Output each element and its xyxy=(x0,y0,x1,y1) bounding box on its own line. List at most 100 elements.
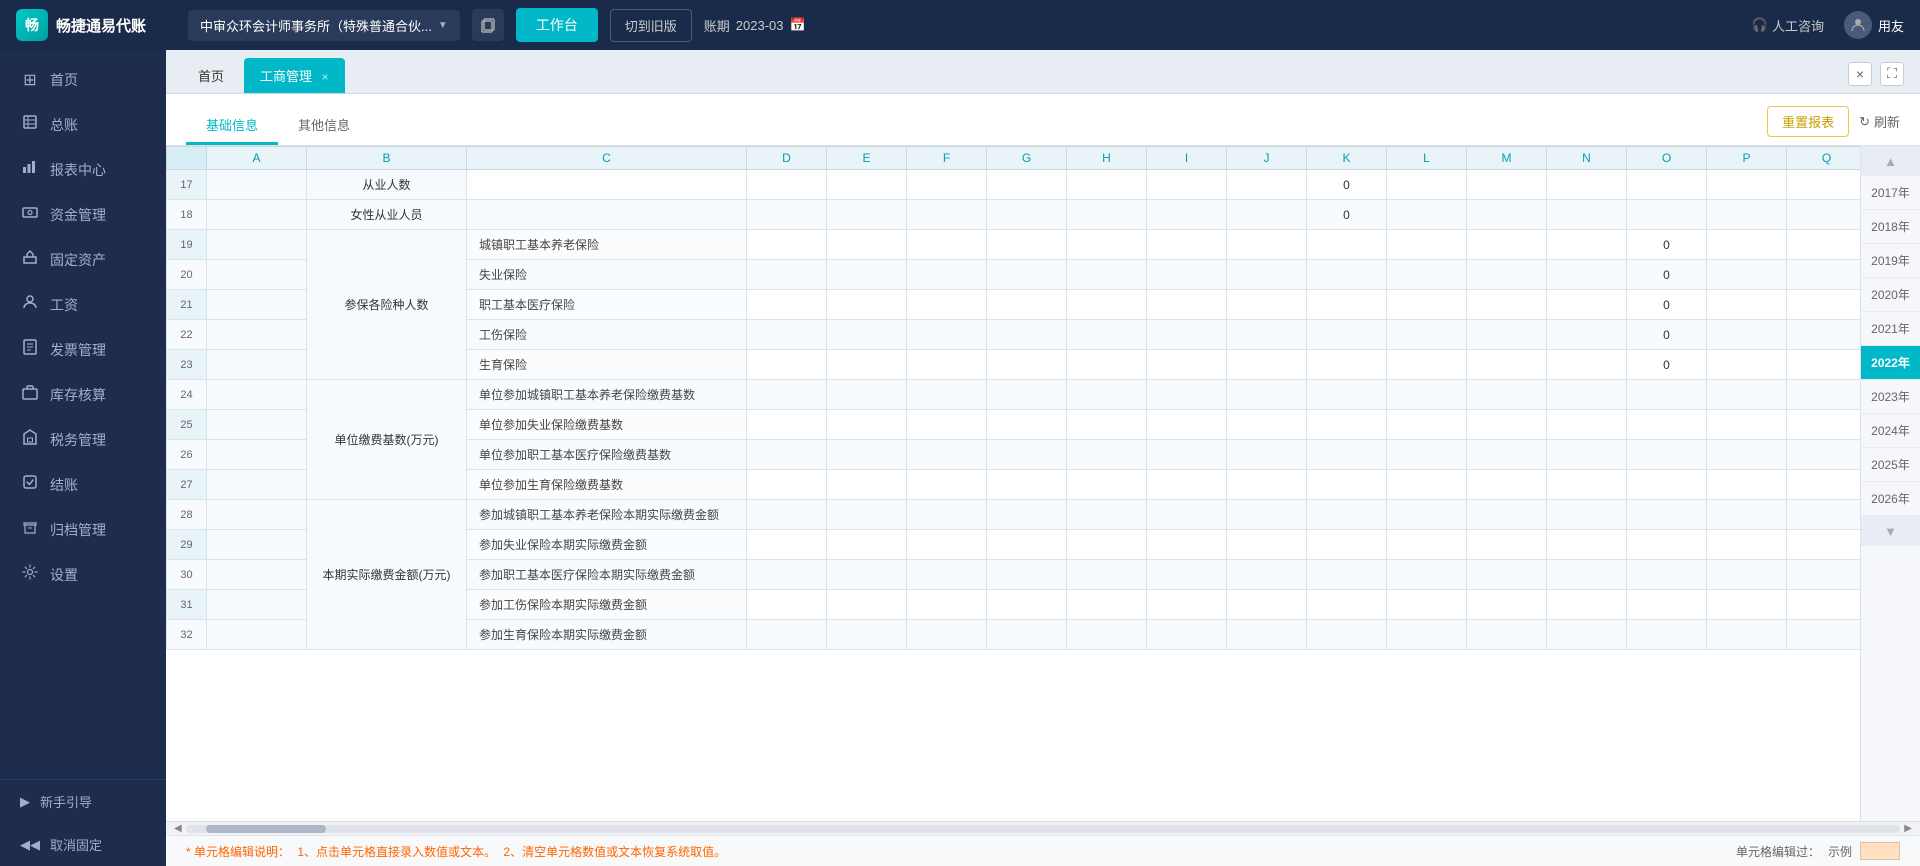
cell-31-a[interactable] xyxy=(207,590,307,620)
cell-20-c[interactable]: 失业保险 xyxy=(467,260,747,290)
cell-27-j[interactable] xyxy=(1227,470,1307,500)
cell-25-j[interactable] xyxy=(1227,410,1307,440)
copy-button[interactable] xyxy=(472,9,504,41)
cell-32-j[interactable] xyxy=(1227,620,1307,650)
cell-29-q[interactable] xyxy=(1787,530,1861,560)
cell-26-a[interactable] xyxy=(207,440,307,470)
cell-30-i[interactable] xyxy=(1147,560,1227,590)
cell-30-g[interactable] xyxy=(987,560,1067,590)
cell-25-n[interactable] xyxy=(1547,410,1627,440)
cell-29-i[interactable] xyxy=(1147,530,1227,560)
cell-28-g[interactable] xyxy=(987,500,1067,530)
cell-26-e[interactable] xyxy=(827,440,907,470)
cell-21-k[interactable] xyxy=(1307,290,1387,320)
cell-26-g[interactable] xyxy=(987,440,1067,470)
cell-26-h[interactable] xyxy=(1067,440,1147,470)
cell-22-q[interactable] xyxy=(1787,320,1861,350)
cell-27-n[interactable] xyxy=(1547,470,1627,500)
cell-24-q[interactable] xyxy=(1787,380,1861,410)
cell-26-j[interactable] xyxy=(1227,440,1307,470)
cell-30-c[interactable]: 参加职工基本医疗保险本期实际缴费金额 xyxy=(467,560,747,590)
cell-19-p[interactable] xyxy=(1707,230,1787,260)
cell-21-l[interactable] xyxy=(1387,290,1467,320)
cell-25-m[interactable] xyxy=(1467,410,1547,440)
cell-18-d[interactable] xyxy=(747,200,827,230)
cell-24-k[interactable] xyxy=(1307,380,1387,410)
cell-22-e[interactable] xyxy=(827,320,907,350)
cell-28-f[interactable] xyxy=(907,500,987,530)
cell-22-c[interactable]: 工伤保险 xyxy=(467,320,747,350)
cell-23-d[interactable] xyxy=(747,350,827,380)
cell-24-p[interactable] xyxy=(1707,380,1787,410)
cell-24-h[interactable] xyxy=(1067,380,1147,410)
cell-18-c[interactable] xyxy=(467,200,747,230)
cell-19-f[interactable] xyxy=(907,230,987,260)
cell-17-a[interactable] xyxy=(207,170,307,200)
year-item-2025[interactable]: 2025年 xyxy=(1861,448,1920,482)
cell-28-q[interactable] xyxy=(1787,500,1861,530)
cell-18-i[interactable] xyxy=(1147,200,1227,230)
year-nav-up[interactable]: ▲ xyxy=(1861,146,1920,176)
cell-23-i[interactable] xyxy=(1147,350,1227,380)
sidebar-item-newbie[interactable]: ▶ 新手引导 xyxy=(0,780,166,823)
cell-20-d[interactable] xyxy=(747,260,827,290)
switch-old-button[interactable]: 切到旧版 xyxy=(610,9,692,42)
tab-home[interactable]: 首页 xyxy=(182,58,240,93)
cell-22-j[interactable] xyxy=(1227,320,1307,350)
scroll-right-arrow[interactable]: ▶ xyxy=(1900,823,1916,834)
year-item-2024[interactable]: 2024年 xyxy=(1861,414,1920,448)
cell-17-o[interactable] xyxy=(1627,170,1707,200)
sidebar-item-closing[interactable]: 结账 xyxy=(0,462,166,507)
cell-30-h[interactable] xyxy=(1067,560,1147,590)
cell-28-n[interactable] xyxy=(1547,500,1627,530)
cell-26-q[interactable] xyxy=(1787,440,1861,470)
cell-26-i[interactable] xyxy=(1147,440,1227,470)
year-item-2021[interactable]: 2021年 xyxy=(1861,312,1920,346)
cell-17-g[interactable] xyxy=(987,170,1067,200)
tab-commerce[interactable]: 工商管理 × xyxy=(244,58,345,93)
cell-32-n[interactable] xyxy=(1547,620,1627,650)
cell-28-p[interactable] xyxy=(1707,500,1787,530)
cell-30-k[interactable] xyxy=(1307,560,1387,590)
cell-17-c[interactable] xyxy=(467,170,747,200)
cell-31-l[interactable] xyxy=(1387,590,1467,620)
cell-22-h[interactable] xyxy=(1067,320,1147,350)
cell-28-o[interactable] xyxy=(1627,500,1707,530)
cell-21-h[interactable] xyxy=(1067,290,1147,320)
cell-28-i[interactable] xyxy=(1147,500,1227,530)
cell-23-a[interactable] xyxy=(207,350,307,380)
cell-25-c[interactable]: 单位参加失业保险缴费基数 xyxy=(467,410,747,440)
cell-27-m[interactable] xyxy=(1467,470,1547,500)
cell-25-l[interactable] xyxy=(1387,410,1467,440)
cell-26-n[interactable] xyxy=(1547,440,1627,470)
cell-20-e[interactable] xyxy=(827,260,907,290)
cell-24-j[interactable] xyxy=(1227,380,1307,410)
cell-19-a[interactable] xyxy=(207,230,307,260)
sidebar-item-settings[interactable]: 设置 xyxy=(0,552,166,597)
cell-30-j[interactable] xyxy=(1227,560,1307,590)
cell-22-a[interactable] xyxy=(207,320,307,350)
cell-28-e[interactable] xyxy=(827,500,907,530)
cell-25-i[interactable] xyxy=(1147,410,1227,440)
spreadsheet-container[interactable]: A B C D E F G H I J K L xyxy=(166,146,1860,821)
tab-commerce-close[interactable]: × xyxy=(322,70,329,84)
cell-32-g[interactable] xyxy=(987,620,1067,650)
cell-31-p[interactable] xyxy=(1707,590,1787,620)
cell-23-h[interactable] xyxy=(1067,350,1147,380)
cell-27-k[interactable] xyxy=(1307,470,1387,500)
cell-30-l[interactable] xyxy=(1387,560,1467,590)
cell-27-e[interactable] xyxy=(827,470,907,500)
scroll-thumb[interactable] xyxy=(206,825,326,833)
cell-24-g[interactable] xyxy=(987,380,1067,410)
cell-27-a[interactable] xyxy=(207,470,307,500)
cell-19-b[interactable]: 参保各险种人数 xyxy=(307,230,467,380)
cell-19-m[interactable] xyxy=(1467,230,1547,260)
tab-maximize-button[interactable]: ⛶ xyxy=(1880,62,1904,86)
cell-23-m[interactable] xyxy=(1467,350,1547,380)
cell-27-h[interactable] xyxy=(1067,470,1147,500)
cell-23-f[interactable] xyxy=(907,350,987,380)
year-item-2022[interactable]: 2022年 xyxy=(1861,346,1920,380)
cell-23-q[interactable] xyxy=(1787,350,1861,380)
cell-31-n[interactable] xyxy=(1547,590,1627,620)
cell-30-q[interactable] xyxy=(1787,560,1861,590)
